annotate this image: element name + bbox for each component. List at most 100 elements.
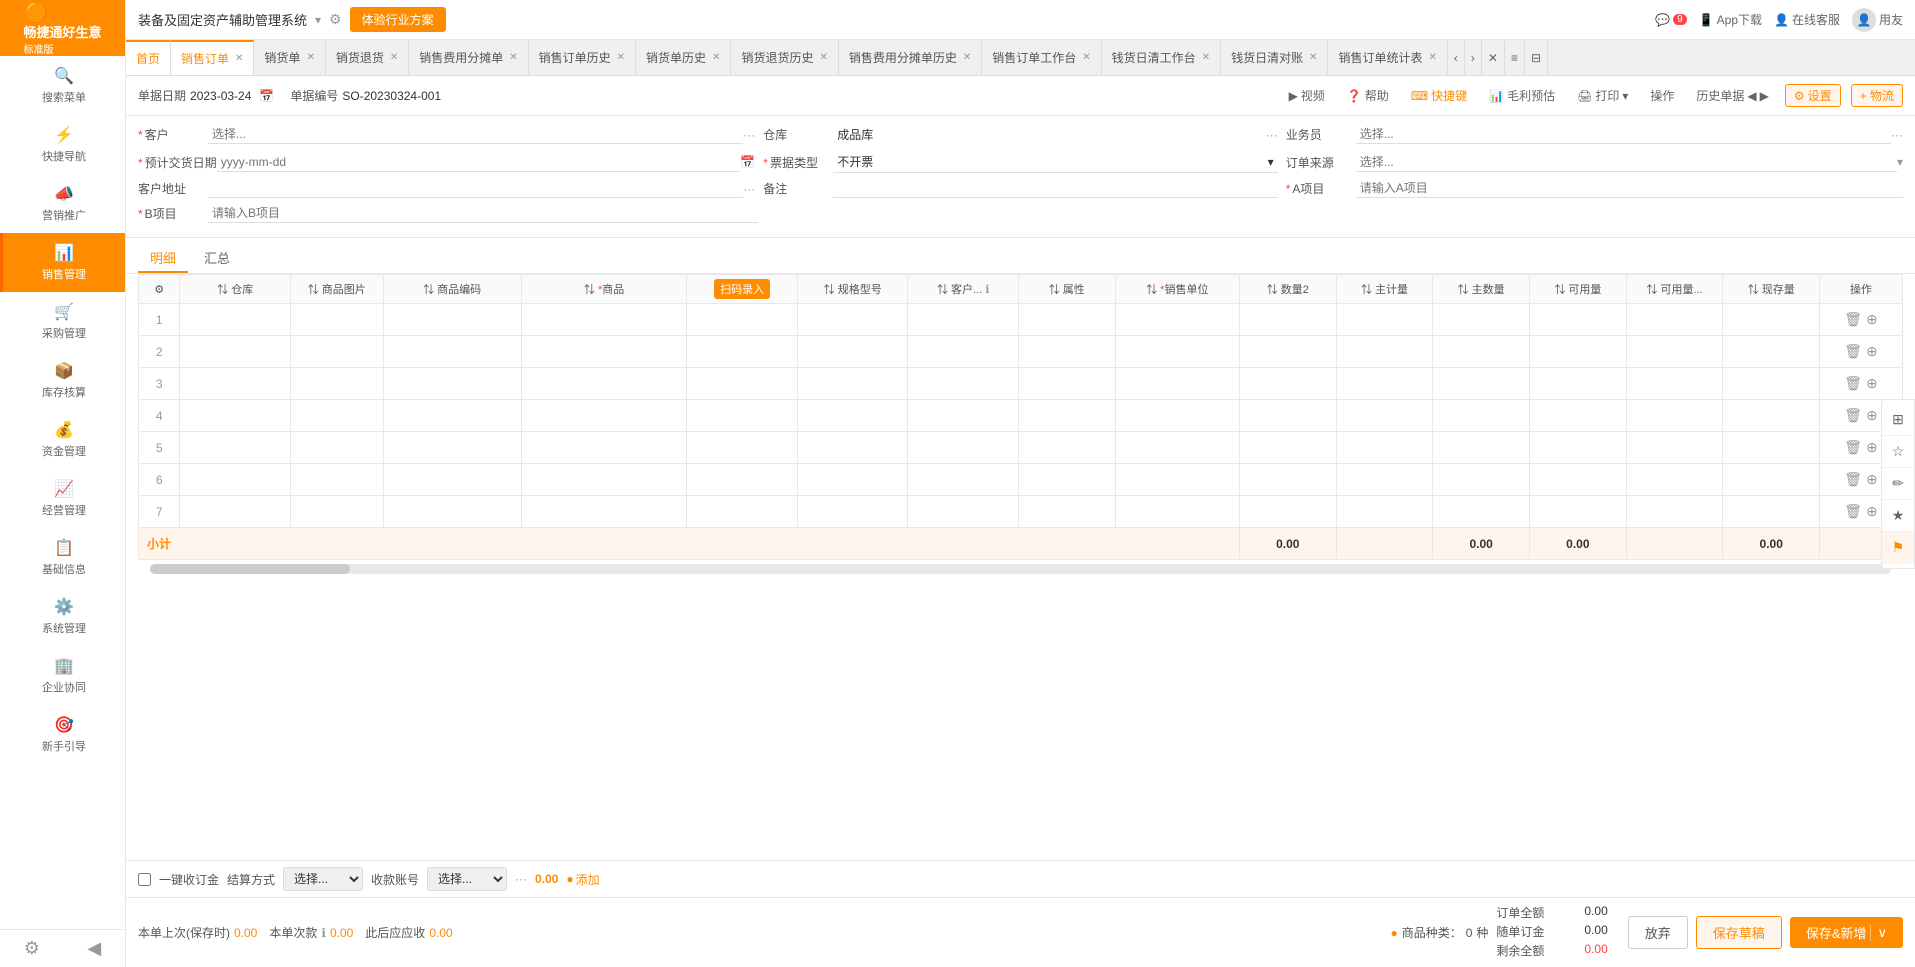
row-6-delete-icon[interactable]: 🗑 — [1844, 471, 1862, 488]
row-1-available[interactable] — [1530, 304, 1627, 336]
sort-icon-14[interactable]: ⇅ — [1748, 284, 1759, 296]
save-new-button[interactable]: 保存&新增 ∨ — [1790, 917, 1903, 948]
tab-close-11[interactable]: ✕ — [1309, 52, 1317, 63]
salesperson-more-btn[interactable]: ··· — [1891, 128, 1903, 142]
row-1-warehouse[interactable] — [180, 304, 291, 336]
sidebar-item-marketing[interactable]: 📣 营销推广 — [0, 174, 125, 233]
notification-btn[interactable]: 💬 9 — [1655, 13, 1687, 27]
addr-more-btn[interactable]: ··· — [743, 182, 755, 196]
row-2-spec[interactable] — [797, 336, 908, 368]
sort-icon-11[interactable]: ⇅ — [1458, 284, 1469, 296]
row-7-copy-icon[interactable]: ⊕ — [1866, 503, 1878, 520]
sidebar-item-ops[interactable]: 📈 经营管理 — [0, 469, 125, 528]
sort-icon-9[interactable]: ⇅ — [1267, 284, 1278, 296]
right-panel-bookmark[interactable]: ☆ — [1882, 436, 1914, 468]
row-1-main-unit[interactable] — [1336, 304, 1433, 336]
row-1-attr[interactable] — [1018, 304, 1115, 336]
sidebar-item-sales[interactable]: 📊 销售管理 — [0, 233, 125, 292]
tab-close-sales-invoice[interactable]: ✕ — [306, 52, 314, 63]
tab-close-9[interactable]: ✕ — [1082, 52, 1090, 63]
row-2-code[interactable] — [383, 336, 521, 368]
tab-sales-order-history[interactable]: 销售订单历史 ✕ — [529, 40, 636, 75]
one-click-checkbox[interactable] — [138, 873, 151, 886]
sidebar-item-quick-nav[interactable]: ⚡ 快捷导航 — [0, 115, 125, 174]
row-1-scan[interactable] — [687, 304, 798, 336]
sidebar-item-basic-info[interactable]: 📋 基础信息 — [0, 528, 125, 587]
sort-icon-4[interactable]: ⇅ — [584, 284, 595, 296]
save-new-arrow-icon[interactable]: ∨ — [1870, 925, 1887, 941]
b-project-input[interactable] — [208, 204, 758, 223]
row-2-unit[interactable] — [1115, 336, 1239, 368]
tab-detail[interactable]: 明细 — [138, 244, 188, 273]
row-1-qty2[interactable] — [1239, 304, 1336, 336]
tab-sales-stats[interactable]: 销售订单统计表 ✕ — [1328, 40, 1447, 75]
row-2-current-stock[interactable] — [1723, 336, 1820, 368]
add-logistics-button[interactable]: + 物流 — [1851, 84, 1903, 107]
tab-close-12[interactable]: ✕ — [1429, 52, 1437, 63]
row-1-unit[interactable] — [1115, 304, 1239, 336]
sidebar-item-finance[interactable]: 💰 资金管理 — [0, 410, 125, 469]
help-action[interactable]: ❓ 帮助 — [1341, 85, 1395, 106]
tab-close-sales-order[interactable]: ✕ — [235, 53, 243, 64]
tab-home[interactable]: 首页 — [126, 40, 171, 75]
account-select[interactable]: 选择... — [427, 867, 507, 891]
user-btn[interactable]: 👤 用友 — [1852, 8, 1903, 32]
row-2-available[interactable] — [1530, 336, 1627, 368]
tab-sales-invoice[interactable]: 销货单 ✕ — [254, 40, 325, 75]
tab-sales-invoice-history[interactable]: 销货单历史 ✕ — [636, 40, 731, 75]
customer-input[interactable] — [208, 125, 743, 144]
row-1-spec[interactable] — [797, 304, 908, 336]
salesperson-input[interactable] — [1356, 125, 1891, 144]
row-2-qty2[interactable] — [1239, 336, 1336, 368]
row-4-delete-icon[interactable]: 🗑 — [1844, 407, 1862, 424]
a-project-input[interactable] — [1356, 179, 1903, 198]
sidebar-item-newbie[interactable]: 🎯 新手引导 — [0, 705, 125, 764]
invoice-type-select[interactable]: 不开票 ▾ — [833, 151, 1277, 173]
sidebar-item-inventory[interactable]: 📦 库存核算 — [0, 351, 125, 410]
row-3-delete-icon[interactable]: 🗑 — [1844, 375, 1862, 392]
tab-summary[interactable]: 汇总 — [192, 244, 242, 273]
right-panel-flag[interactable]: ⚑ — [1882, 532, 1914, 564]
row-2-customer-code[interactable] — [908, 336, 1019, 368]
sidebar-item-search[interactable]: 🔍 搜索菜单 — [0, 56, 125, 115]
sort-icon-12[interactable]: ⇅ — [1554, 284, 1565, 296]
tab-sales-expense-history[interactable]: 销售费用分摊单历史 ✕ — [839, 40, 982, 75]
calendar-icon[interactable]: 📅 — [259, 89, 274, 103]
row-4-copy-icon[interactable]: ⊕ — [1866, 407, 1878, 424]
print-action[interactable]: 🖨 打印 ▾ — [1571, 85, 1634, 106]
tab-nav-split[interactable]: ⊟ — [1525, 40, 1548, 75]
row-1-available2[interactable] — [1626, 304, 1723, 336]
sidebar-item-purchase[interactable]: 🛒 采购管理 — [0, 292, 125, 351]
settlement-select[interactable]: 选择... — [283, 867, 363, 891]
sidebar-collapse-icon[interactable]: ◀ — [87, 938, 101, 959]
row-2-goods[interactable] — [521, 336, 687, 368]
tab-sales-return-history[interactable]: 销货退货历史 ✕ — [731, 40, 838, 75]
row-1-current-stock[interactable] — [1723, 304, 1820, 336]
row-2-available2[interactable] — [1626, 336, 1723, 368]
col-settings[interactable]: ⚙ — [139, 275, 180, 304]
sort-icon-7[interactable]: ⇅ — [1049, 284, 1060, 296]
tab-sales-expense[interactable]: 销售费用分摊单 ✕ — [409, 40, 528, 75]
row-2-warehouse[interactable] — [180, 336, 291, 368]
shortcut-action[interactable]: ⌨ 快捷键 — [1405, 85, 1473, 106]
remarks-input[interactable] — [833, 179, 1277, 198]
tab-daily-clear-workbench[interactable]: 钱货日清工作台 ✕ — [1102, 40, 1221, 75]
horizontal-scrollbar[interactable] — [150, 564, 1891, 574]
solution-btn[interactable]: 体验行业方案 — [350, 7, 446, 32]
row-1-goods[interactable] — [521, 304, 687, 336]
row-6-copy-icon[interactable]: ⊕ — [1866, 471, 1878, 488]
sort-icon-6[interactable]: ⇅ — [937, 284, 948, 296]
tab-daily-clear-account[interactable]: 钱货日清对账 ✕ — [1221, 40, 1328, 75]
right-panel-expand[interactable]: ⊞ — [1882, 404, 1914, 436]
sort-icon-10[interactable]: ⇅ — [1361, 284, 1372, 296]
settings-icon[interactable]: ⚙ — [329, 11, 342, 28]
sort-icon-5[interactable]: ⇅ — [824, 284, 835, 296]
row-2-main-unit[interactable] — [1336, 336, 1433, 368]
row-1-image[interactable] — [290, 304, 383, 336]
tab-close-10[interactable]: ✕ — [1202, 52, 1210, 63]
tab-sales-return[interactable]: 销货退货 ✕ — [326, 40, 409, 75]
row-2-image[interactable] — [290, 336, 383, 368]
tab-close-sales-expense[interactable]: ✕ — [509, 52, 517, 63]
tab-close-8[interactable]: ✕ — [963, 52, 971, 63]
scroll-thumb[interactable] — [150, 564, 350, 574]
